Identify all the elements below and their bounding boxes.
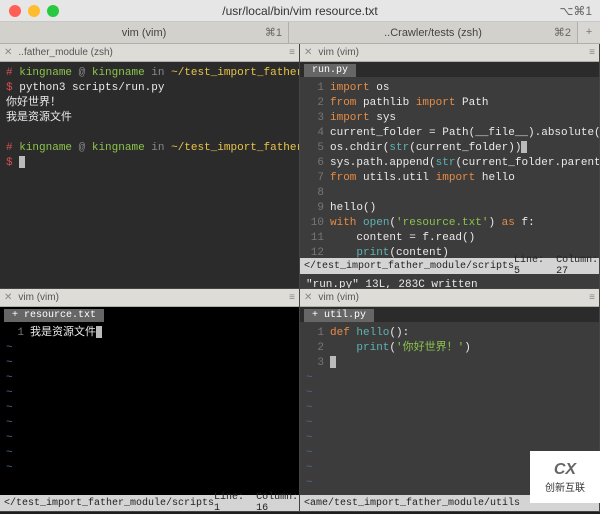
new-tab-button[interactable]: + (578, 22, 600, 43)
buffer-tabs: + resource.txt (0, 307, 299, 322)
tab-shortcut: ⌘1 (265, 26, 282, 39)
vim-message: "run.py" 13L, 283C written (300, 274, 599, 288)
close-icon[interactable]: ✕ (4, 47, 12, 58)
watermark-logo-text: CX (554, 461, 576, 479)
window-tabbar: vim (vim) ⌘1 ..Crawler/tests (zsh) ⌘2 + (0, 22, 600, 44)
window-titlebar: /usr/local/bin/vim resource.txt ⌥⌘1 (0, 0, 600, 22)
buffer-tab-util-py[interactable]: + util.py (304, 309, 374, 322)
pane-top-right: ✕ vim (vim) ≡ run.py 1import os 2from pa… (300, 44, 600, 289)
pane-head[interactable]: ✕ ..father_module (zsh) ≡ (0, 44, 299, 62)
window-shortcut-hint: ⌥⌘1 (559, 4, 592, 18)
editor-content[interactable]: 1我是资源文件 ~ ~ ~ ~ ~ ~ ~ ~ ~ (0, 322, 299, 495)
buffer-tab-run-py[interactable]: run.py (304, 64, 356, 77)
watermark-logo: CX 创新互联 (530, 451, 600, 503)
pane-grid: ✕ ..father_module (zsh) ≡ # kingname @ k… (0, 44, 600, 503)
pane-title: ..father_module (zsh) (18, 47, 289, 58)
tab-vim[interactable]: vim (vim) ⌘1 (0, 22, 289, 43)
close-icon[interactable]: ✕ (4, 292, 12, 303)
tab-shortcut: ⌘2 (554, 26, 571, 39)
pane-head[interactable]: ✕ vim (vim) ≡ (300, 44, 599, 62)
menu-icon[interactable]: ≡ (589, 47, 595, 58)
status-bar: </test_import_father_module/scripts Line… (300, 258, 599, 274)
status-path: </test_import_father_module/scripts (4, 498, 214, 509)
pane-top-left: ✕ ..father_module (zsh) ≡ # kingname @ k… (0, 44, 300, 289)
pane-title: vim (vim) (318, 292, 589, 303)
status-path: <ame/test_import_father_module/utils (304, 498, 520, 509)
tab-label: vim (vim) (122, 27, 167, 39)
menu-icon[interactable]: ≡ (289, 47, 295, 58)
status-line: Line: 1 (214, 492, 244, 514)
buffer-tabs: run.py (300, 62, 599, 77)
close-icon[interactable]: ✕ (304, 47, 312, 58)
status-path: </test_import_father_module/scripts (304, 261, 514, 272)
pane-title: vim (vim) (18, 292, 289, 303)
tab-label: ..Crawler/tests (zsh) (384, 27, 482, 39)
close-icon[interactable]: ✕ (304, 292, 312, 303)
window-title: /usr/local/bin/vim resource.txt (0, 4, 600, 18)
status-column: Column: 16 (256, 492, 298, 514)
buffer-tabs: + util.py (300, 307, 599, 322)
buffer-tab-resource-txt[interactable]: + resource.txt (4, 309, 104, 322)
menu-icon[interactable]: ≡ (589, 292, 595, 303)
status-bar: </test_import_father_module/scripts Line… (0, 495, 299, 511)
pane-bottom-left: ✕ vim (vim) ≡ + resource.txt 1我是资源文件 ~ ~… (0, 289, 300, 512)
pane-head[interactable]: ✕ vim (vim) ≡ (300, 289, 599, 307)
tab-crawler-tests[interactable]: ..Crawler/tests (zsh) ⌘2 (289, 22, 578, 43)
menu-icon[interactable]: ≡ (289, 292, 295, 303)
terminal-output[interactable]: # kingname @ kingname in ~/test_import_f… (0, 62, 299, 288)
pane-head[interactable]: ✕ vim (vim) ≡ (0, 289, 299, 307)
pane-title: vim (vim) (318, 47, 589, 58)
watermark-text: 创新互联 (545, 479, 585, 494)
editor-content[interactable]: 1import os 2from pathlib import Path 3im… (300, 77, 599, 258)
